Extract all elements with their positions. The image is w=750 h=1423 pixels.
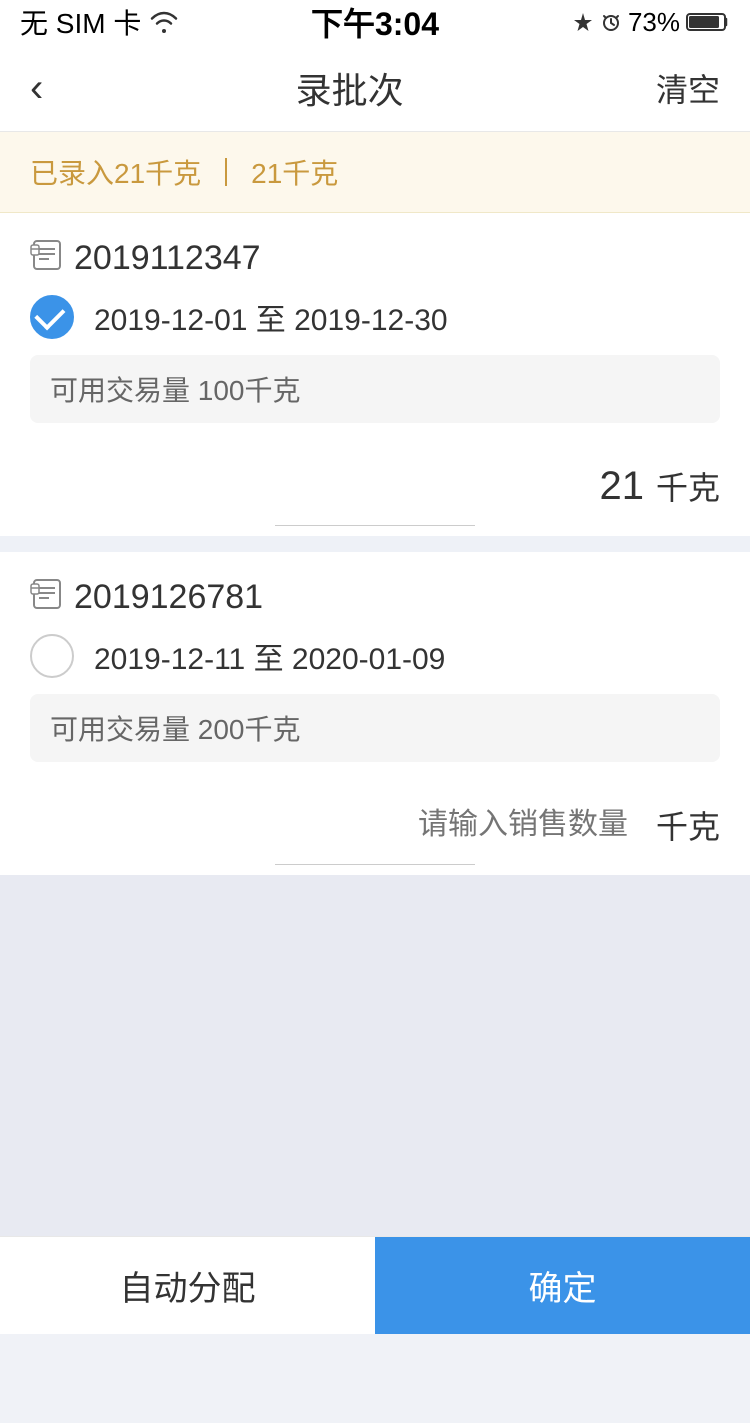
page-title: 录批次 — [296, 62, 404, 114]
batch-1-id-row: 2019112347 — [30, 237, 720, 279]
batch-1-amount-row: 21 千克 — [0, 447, 750, 525]
confirm-button[interactable]: 确定 — [375, 1237, 750, 1334]
auto-distribute-button[interactable]: 自动分配 — [0, 1237, 375, 1334]
summary-divider — [225, 158, 227, 186]
batch-2-input-row: 千克 — [0, 786, 750, 864]
no-sim-text: 无 SIM 卡 — [20, 2, 141, 42]
status-left: 无 SIM 卡 — [20, 2, 179, 42]
back-button[interactable]: ‹ — [30, 68, 43, 108]
batch-1-id-icon — [30, 237, 64, 279]
batch-2-radio[interactable] — [30, 634, 74, 678]
total-label: 21千克 — [251, 152, 338, 192]
nav-bar: ‹ 录批次 清空 — [0, 44, 750, 132]
batch-1-amount-value: 21 — [599, 464, 644, 509]
footer: 自动分配 确定 — [0, 1236, 750, 1334]
batch-2-card: 2019126781 2019-12-11 至 2020-01-09 可用交易量… — [0, 552, 750, 875]
recorded-label: 已录入21千克 — [30, 152, 201, 192]
batch-1-date-row: 2019-12-01 至 2019-12-30 — [30, 295, 720, 339]
batch-1-avail: 可用交易量 100千克 — [30, 355, 720, 423]
clear-button[interactable]: 清空 — [656, 65, 720, 111]
batch-1-detail: 2019112347 2019-12-01 至 2019-12-30 可用交易量… — [0, 213, 750, 447]
status-right: 73% — [572, 7, 730, 38]
batch-2-underline — [0, 864, 750, 875]
batch-2-date: 2019-12-11 至 2020-01-09 — [94, 634, 445, 678]
footer-spacer — [0, 1325, 750, 1423]
batch-2-avail: 可用交易量 200千克 — [30, 694, 720, 762]
batch-2-detail: 2019126781 2019-12-11 至 2020-01-09 可用交易量… — [0, 552, 750, 786]
status-time: 下午3:04 — [311, 0, 439, 45]
batch-2-id-row: 2019126781 — [30, 576, 720, 618]
batch-separator — [0, 536, 750, 552]
batch-2-id-icon — [30, 576, 64, 618]
wifi-icon — [149, 11, 179, 33]
batch-2-unit: 千克 — [656, 802, 720, 848]
batch-1-amount-unit: 千克 — [656, 463, 720, 509]
batch-1-card: 2019112347 2019-12-01 至 2019-12-30 可用交易量… — [0, 213, 750, 536]
batch-1-id: 2019112347 — [74, 239, 261, 278]
location-icon — [572, 11, 594, 33]
batch-2-date-row: 2019-12-11 至 2020-01-09 — [30, 634, 720, 678]
alarm-icon — [600, 11, 622, 33]
batch-2-id: 2019126781 — [74, 578, 263, 617]
battery-text: 73% — [628, 7, 680, 38]
status-bar: 无 SIM 卡 下午3:04 73% — [0, 0, 750, 44]
batch-2-quantity-input[interactable] — [268, 808, 628, 842]
batch-1-underline — [0, 525, 750, 536]
batch-1-radio[interactable] — [30, 295, 74, 339]
summary-bar: 已录入21千克 21千克 — [0, 132, 750, 213]
battery-icon — [686, 11, 730, 33]
batch-1-date: 2019-12-01 至 2019-12-30 — [94, 295, 448, 339]
